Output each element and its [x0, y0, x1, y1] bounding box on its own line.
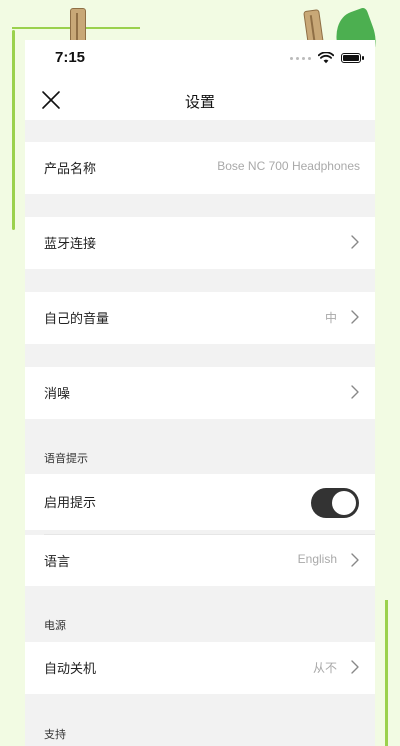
enable-prompts-toggle[interactable]	[311, 488, 359, 518]
bluetooth-label: 蓝牙连接	[44, 237, 97, 252]
chevron-right-icon	[351, 660, 359, 674]
nav-bar: 设置	[25, 80, 375, 120]
chevron-right-icon	[351, 310, 359, 324]
auto-off-value: 从不	[312, 661, 337, 675]
noise-cancel-label: 消噪	[44, 387, 71, 402]
row-auto-off[interactable]: 自动关机 从不	[25, 642, 375, 694]
enable-prompts-label: 启用提示	[44, 496, 97, 511]
toggle-knob	[332, 491, 356, 515]
row-self-voice[interactable]: 自己的音量 中	[25, 292, 375, 344]
wifi-icon	[318, 52, 334, 64]
row-product-name: 产品名称 Bose NC 700 Headphones	[25, 142, 375, 194]
row-bluetooth[interactable]: 蓝牙连接	[25, 217, 375, 269]
self-voice-value: 中	[324, 311, 337, 325]
page-title: 设置	[184, 93, 215, 111]
battery-icon	[341, 53, 364, 63]
self-voice-label: 自己的音量	[44, 312, 110, 327]
row-enable-prompts: 启用提示	[25, 474, 375, 530]
row-noise-cancel[interactable]: 消噪	[25, 367, 375, 419]
signal-dots-icon	[290, 56, 311, 60]
product-name-value: Bose NC 700 Headphones	[217, 159, 360, 173]
auto-off-label: 自动关机	[44, 662, 97, 677]
decorative-frame-right	[385, 600, 388, 746]
chevron-right-icon	[351, 553, 359, 567]
decorative-frame-left	[12, 30, 15, 230]
section-header-voice-prompts: 语音提示	[44, 452, 88, 465]
section-header-power: 电源	[44, 619, 66, 632]
language-value: English	[297, 552, 337, 566]
product-name-label: 产品名称	[44, 162, 97, 177]
status-icons	[290, 52, 364, 64]
section-header-support: 支持	[44, 728, 66, 741]
language-label: 语言	[44, 555, 71, 570]
row-language[interactable]: 语言 English	[25, 535, 375, 586]
chevron-right-icon	[351, 235, 359, 249]
status-bar: 7:15	[25, 40, 375, 80]
chevron-right-icon	[351, 385, 359, 399]
phone-screen: 7:15 设置 产品名称 Bose NC 700 Headphones 蓝牙连接	[25, 40, 375, 746]
status-time: 7:15	[55, 49, 86, 66]
